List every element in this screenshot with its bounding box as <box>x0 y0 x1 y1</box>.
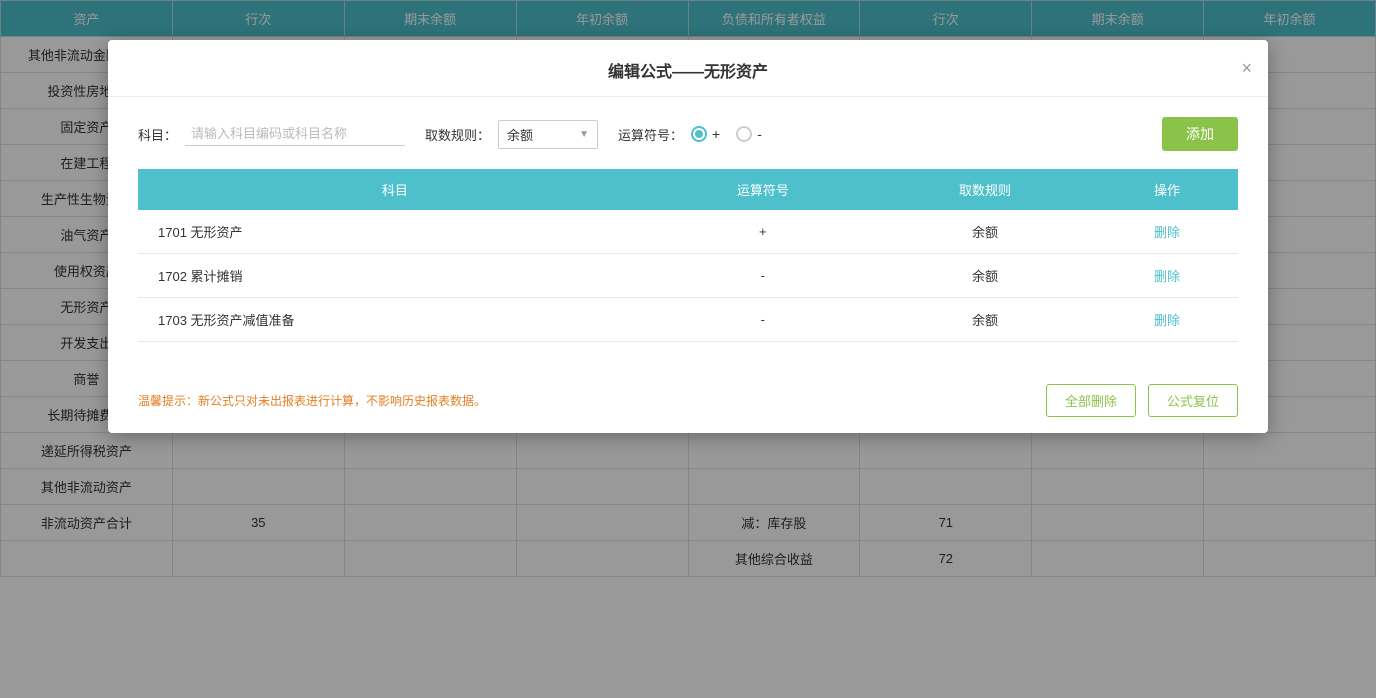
subject-label: 科目： <box>138 125 177 144</box>
footer-buttons: 全部删除 公式复位 <box>1046 384 1238 417</box>
footer-tip: 温馨提示：新公式只对未出报表进行计算，不影响历史报表数据。 <box>138 392 486 409</box>
formula-rule-cell: 余额 <box>874 298 1096 342</box>
modal-overlay: 编辑公式——无形资产 × 科目： 取数规则： 余额 ▼ <box>0 0 1376 698</box>
formula-action-cell: 删除 <box>1096 298 1238 342</box>
modal-footer: 温馨提示：新公式只对未出报表进行计算，不影响历史报表数据。 全部删除 公式复位 <box>108 374 1268 433</box>
operator-label: 运算符号： <box>618 125 683 144</box>
formula-subject-cell: 1703 无形资产减值准备 <box>138 298 652 342</box>
subject-input[interactable] <box>185 122 405 146</box>
operator-radio-group: + - <box>691 126 762 142</box>
subject-group: 科目： <box>138 122 405 146</box>
rule-label: 取数规则： <box>425 125 490 144</box>
operator-plus-label: + <box>712 126 720 142</box>
delete-row-button[interactable]: 删除 <box>1154 269 1180 284</box>
formula-action-cell: 删除 <box>1096 254 1238 298</box>
delete-all-button[interactable]: 全部删除 <box>1046 384 1136 417</box>
reset-formula-button[interactable]: 公式复位 <box>1148 384 1238 417</box>
operator-group: 运算符号： + - <box>618 125 762 144</box>
rule-select-value: 余额 <box>507 125 573 144</box>
formula-rule-cell: 余额 <box>874 254 1096 298</box>
form-row: 科目： 取数规则： 余额 ▼ 运算符号： <box>138 117 1238 151</box>
table-col-rule: 取数规则 <box>874 169 1096 210</box>
table-col-action: 操作 <box>1096 169 1238 210</box>
formula-table: 科目 运算符号 取数规则 操作 1701 无形资产 + 余额 删除 1702 累… <box>138 169 1238 342</box>
radio-circle-minus <box>736 126 752 142</box>
formula-row: 1701 无形资产 + 余额 删除 <box>138 210 1238 254</box>
delete-row-button[interactable]: 删除 <box>1154 225 1180 240</box>
formula-operator-cell: - <box>652 254 874 298</box>
modal-dialog: 编辑公式——无形资产 × 科目： 取数规则： 余额 ▼ <box>108 40 1268 433</box>
formula-row: 1702 累计摊销 - 余额 删除 <box>138 254 1238 298</box>
formula-rule-cell: 余额 <box>874 210 1096 254</box>
formula-action-cell: 删除 <box>1096 210 1238 254</box>
radio-circle-plus <box>691 126 707 142</box>
table-col-subject: 科目 <box>138 169 652 210</box>
rule-group: 取数规则： 余额 ▼ <box>425 120 598 149</box>
formula-operator-cell: + <box>652 210 874 254</box>
operator-minus-radio[interactable]: - <box>736 126 762 142</box>
modal-header: 编辑公式——无形资产 × <box>108 40 1268 97</box>
formula-row: 1703 无形资产减值准备 - 余额 删除 <box>138 298 1238 342</box>
formula-operator-cell: - <box>652 298 874 342</box>
operator-plus-radio[interactable]: + <box>691 126 720 142</box>
chevron-down-icon: ▼ <box>579 129 589 140</box>
modal-close-button[interactable]: × <box>1241 59 1252 77</box>
formula-subject-cell: 1701 无形资产 <box>138 210 652 254</box>
rule-select[interactable]: 余额 ▼ <box>498 120 598 149</box>
table-col-operator: 运算符号 <box>652 169 874 210</box>
modal-body: 科目： 取数规则： 余额 ▼ 运算符号： <box>108 97 1268 374</box>
delete-row-button[interactable]: 删除 <box>1154 313 1180 328</box>
add-button[interactable]: 添加 <box>1162 117 1238 151</box>
formula-subject-cell: 1702 累计摊销 <box>138 254 652 298</box>
modal-title: 编辑公式——无形资产 <box>608 64 768 81</box>
operator-minus-label: - <box>757 126 762 142</box>
